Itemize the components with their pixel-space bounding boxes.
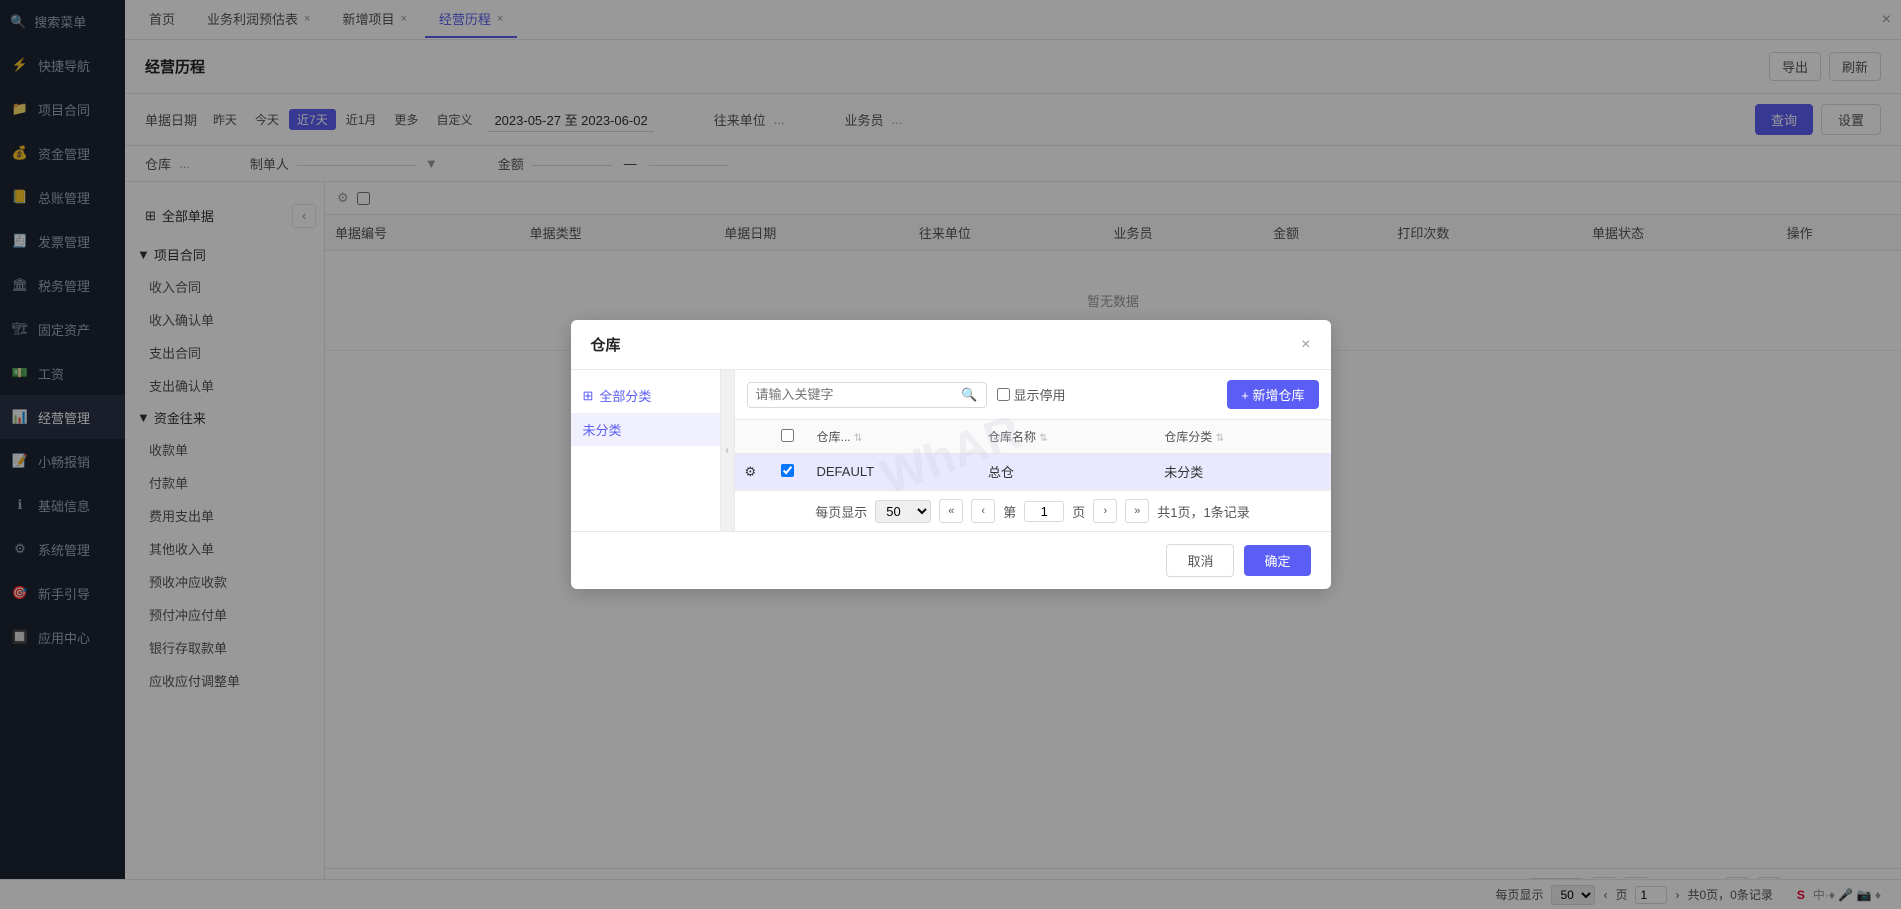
row-category-1: 未分类 <box>1154 454 1330 490</box>
row-checkbox-1[interactable] <box>771 454 807 490</box>
modal-per-page-select[interactable]: 50 100 <box>875 500 931 523</box>
modal-total-info: 共1页，1条记录 <box>1157 502 1249 521</box>
modal-left-items: 未分类 <box>571 413 720 446</box>
modal-table-body: ⚙ DEFAULT 总仓 未分类 <box>735 454 1331 490</box>
th-name-label: 仓库名称 <box>988 430 1036 444</box>
th-code: 仓库... ⇅ <box>807 420 978 454</box>
modal-search-box: 🔍 <box>747 382 987 408</box>
th-name: 仓库名称 ⇅ <box>978 420 1154 454</box>
show-disabled-checkbox[interactable] <box>997 388 1010 401</box>
modal-page-suffix: 页 <box>1072 502 1085 521</box>
th-checkbox <box>771 420 807 454</box>
modal-close-button[interactable]: × <box>1301 336 1310 354</box>
th-gear <box>735 420 771 454</box>
confirm-button[interactable]: 确定 <box>1244 545 1310 576</box>
modal-page-input[interactable] <box>1024 501 1064 522</box>
modal-footer: 取消 确定 <box>571 531 1331 589</box>
modal-body: ⊞ 全部分类 未分类 ‹ 🔍 显示停用 <box>571 370 1331 531</box>
search-icon-modal: 🔍 <box>961 387 977 403</box>
modal-table-header-row: 仓库... ⇅ 仓库名称 ⇅ 仓库分类 ⇅ <box>735 420 1331 454</box>
show-disabled-label: 显示停用 <box>1014 385 1066 404</box>
th-category-label: 仓库分类 <box>1164 430 1212 444</box>
modal-next-btn[interactable]: › <box>1093 499 1117 523</box>
sort-icon-category: ⇅ <box>1216 433 1224 444</box>
all-categories-label: 全部分类 <box>599 386 651 405</box>
modal-per-page-label: 每页显示 <box>815 502 867 521</box>
th-category: 仓库分类 ⇅ <box>1154 420 1330 454</box>
modal-pagination: 每页显示 50 100 « ‹ 第 页 › » 共1页，1条记录 <box>735 490 1331 531</box>
grid-icon-modal: ⊞ <box>583 388 594 404</box>
sort-icon-name: ⇅ <box>1039 433 1047 444</box>
modal-table: 仓库... ⇅ 仓库名称 ⇅ 仓库分类 ⇅ <box>735 420 1331 490</box>
modal-table-row[interactable]: ⚙ DEFAULT 总仓 未分类 <box>735 454 1331 490</box>
modal-search-input[interactable] <box>756 387 962 402</box>
row-name-1: 总仓 <box>978 454 1154 490</box>
modal-last-btn[interactable]: » <box>1125 499 1149 523</box>
show-disabled-checkbox-label[interactable]: 显示停用 <box>997 385 1066 404</box>
row-code-1: DEFAULT <box>807 454 978 490</box>
modal-left-scroll: ⊞ 全部分类 未分类 <box>571 378 720 523</box>
modal-right-panel: 🔍 显示停用 + 新增仓库 <box>735 370 1331 531</box>
cancel-button[interactable]: 取消 <box>1166 544 1234 577</box>
modal-page-label: 第 <box>1003 502 1016 521</box>
modal-toolbar: 🔍 显示停用 + 新增仓库 <box>735 370 1331 420</box>
modal-overlay: WhAR 仓库 × ⊞ 全部分类 未分类 ‹ <box>0 0 1901 909</box>
modal-all-categories[interactable]: ⊞ 全部分类 <box>571 378 720 413</box>
sort-icon-code: ⇅ <box>854 433 862 444</box>
modal-warehouse: WhAR 仓库 × ⊞ 全部分类 未分类 ‹ <box>571 320 1331 589</box>
modal-prev-btn[interactable]: ‹ <box>971 499 995 523</box>
modal-left-collapse[interactable]: ‹ <box>721 370 735 531</box>
add-warehouse-button[interactable]: + 新增仓库 <box>1227 380 1318 409</box>
modal-select-all[interactable] <box>781 429 794 442</box>
modal-first-btn[interactable]: « <box>939 499 963 523</box>
row-gear-1[interactable]: ⚙ <box>735 454 771 490</box>
modal-table-area: 仓库... ⇅ 仓库名称 ⇅ 仓库分类 ⇅ <box>735 420 1331 490</box>
th-code-label: 仓库... <box>817 430 851 444</box>
modal-left-item-未分类[interactable]: 未分类 <box>571 413 720 446</box>
modal-title: 仓库 <box>591 334 621 355</box>
modal-header: 仓库 × <box>571 320 1331 370</box>
row-check-1[interactable] <box>781 464 794 477</box>
modal-left-panel: ⊞ 全部分类 未分类 <box>571 370 721 531</box>
